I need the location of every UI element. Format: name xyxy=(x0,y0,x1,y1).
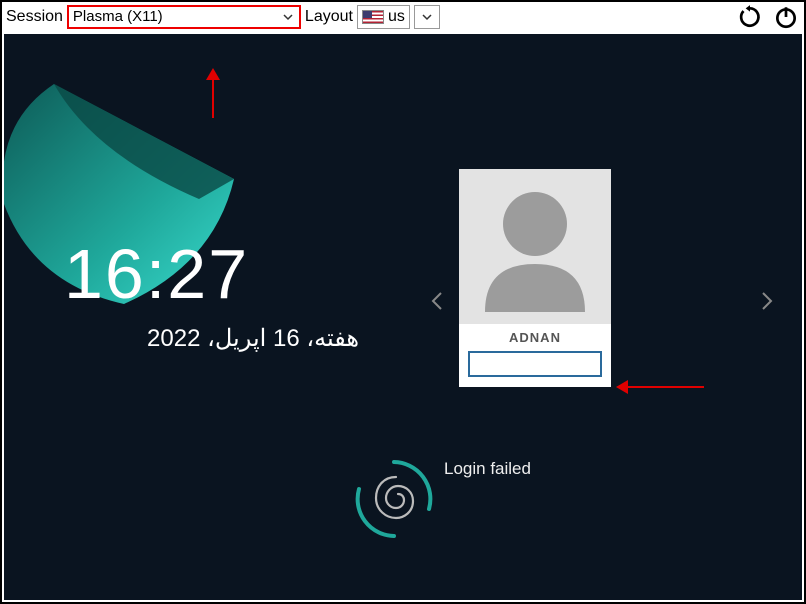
chevron-down-icon xyxy=(281,10,295,24)
chevron-down-icon xyxy=(420,10,434,24)
debian-swirl-icon xyxy=(371,472,421,522)
layout-dropdown[interactable] xyxy=(414,5,440,29)
session-label: Session xyxy=(6,8,63,26)
clock-date: هفته، 16 اپريل، 2022 xyxy=(59,324,359,353)
session-select[interactable]: Plasma (X11) xyxy=(67,5,301,29)
previous-user-button[interactable] xyxy=(429,289,445,320)
top-toolbar: Session Plasma (X11) Layout us xyxy=(2,2,804,32)
restart-button[interactable] xyxy=(736,3,764,31)
restart-icon xyxy=(737,4,763,30)
clock-time: 16:27 xyxy=(64,234,249,314)
avatar xyxy=(459,169,611,324)
password-input[interactable] xyxy=(468,351,602,377)
login-screen: 16:27 هفته، 16 اپريل، 2022 ADNAN Login f… xyxy=(4,34,802,600)
layout-label: Layout xyxy=(305,8,353,26)
login-status-message: Login failed xyxy=(444,459,531,479)
layout-select[interactable]: us xyxy=(357,5,410,29)
us-flag-icon xyxy=(362,10,384,24)
annotation-arrow-left xyxy=(614,377,704,397)
power-icon xyxy=(773,4,799,30)
user-icon xyxy=(475,182,595,312)
username-label: ADNAN xyxy=(509,330,561,345)
next-user-button[interactable] xyxy=(759,289,775,320)
layout-value: us xyxy=(388,8,405,26)
user-card: ADNAN xyxy=(459,169,611,387)
power-button[interactable] xyxy=(772,3,800,31)
session-value: Plasma (X11) xyxy=(73,8,163,25)
